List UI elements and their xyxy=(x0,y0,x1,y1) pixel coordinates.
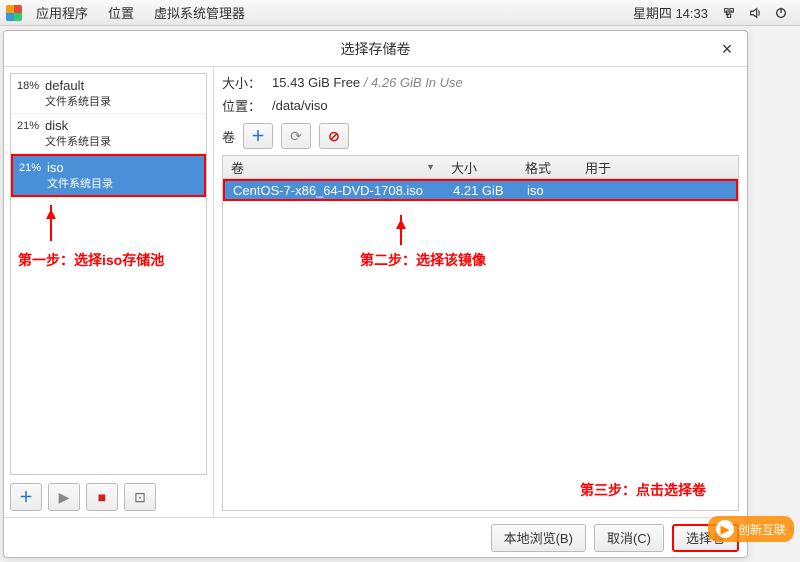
add-pool-button[interactable]: ＋ xyxy=(10,483,42,511)
location-label: 位置： xyxy=(222,96,272,115)
pool-item-iso[interactable]: 21% iso 文件系统目录 xyxy=(11,154,206,197)
col-used[interactable]: 用于 xyxy=(577,158,738,177)
browse-local-button[interactable]: 本地浏览(B) xyxy=(491,524,586,552)
watermark-icon: ▶ xyxy=(716,520,734,538)
vol-size: 4.21 GiB xyxy=(445,183,519,198)
location-value: /data/viso xyxy=(272,98,328,113)
menu-app-name[interactable]: 虚拟系统管理器 xyxy=(144,3,255,22)
menu-places[interactable]: 位置 xyxy=(98,3,144,22)
volume-label: 卷 xyxy=(222,127,235,146)
pool-pct: 21% xyxy=(19,162,41,174)
vol-format: iso xyxy=(519,183,579,198)
sort-desc-icon: ▼ xyxy=(426,162,435,172)
cancel-button[interactable]: 取消(C) xyxy=(594,524,664,552)
refresh-volume-button[interactable]: ⟳ xyxy=(281,123,311,149)
pool-sub: 文件系统目录 xyxy=(45,133,111,149)
col-volume[interactable]: 卷▼ xyxy=(223,158,443,177)
pool-name: disk xyxy=(45,118,111,133)
apps-launcher-icon[interactable] xyxy=(6,5,22,21)
pool-pct: 21% xyxy=(17,120,39,132)
volume-header: 卷▼ 大小 格式 用于 xyxy=(222,155,739,179)
storage-volume-dialog: 选择存储卷 × 18% default 文件系统目录 21% disk 文件系统… xyxy=(3,30,748,558)
dialog-title-bar: 选择存储卷 × xyxy=(4,31,747,67)
top-menu-bar: 应用程序 位置 虚拟系统管理器 星期四 14:33 xyxy=(0,0,800,26)
volume-list: CentOS-7-x86_64-DVD-1708.iso 4.21 GiB is… xyxy=(222,179,739,511)
open-pool-button[interactable]: ⊡ xyxy=(124,483,156,511)
network-icon[interactable] xyxy=(720,4,738,22)
location-row: 位置： /data/viso xyxy=(222,96,739,115)
delete-volume-button[interactable]: ⊘ xyxy=(319,123,349,149)
storage-pool-sidebar: 18% default 文件系统目录 21% disk 文件系统目录 21% xyxy=(4,67,214,517)
pool-item-default[interactable]: 18% default 文件系统目录 xyxy=(11,74,206,114)
size-row: 大小： 15.43 GiB Free / 4.26 GiB In Use xyxy=(222,73,739,92)
dialog-footer: 本地浏览(B) 取消(C) 选择卷 xyxy=(4,517,747,557)
pool-list: 18% default 文件系统目录 21% disk 文件系统目录 21% xyxy=(10,73,207,475)
dialog-title-text: 选择存储卷 xyxy=(341,39,411,59)
clock[interactable]: 星期四 14:33 xyxy=(633,3,708,22)
col-format[interactable]: 格式 xyxy=(517,158,577,177)
watermark: ▶ 创新互联 xyxy=(708,516,794,542)
pool-name: default xyxy=(45,78,111,93)
power-icon[interactable] xyxy=(772,4,790,22)
sidebar-toolbar: ＋ ▶ ■ ⊡ xyxy=(4,479,213,517)
main-pane: 大小： 15.43 GiB Free / 4.26 GiB In Use 位置：… xyxy=(214,67,747,517)
menu-applications[interactable]: 应用程序 xyxy=(26,3,98,22)
volume-icon[interactable] xyxy=(746,4,764,22)
col-size[interactable]: 大小 xyxy=(443,158,517,177)
pool-sub: 文件系统目录 xyxy=(47,175,113,191)
add-volume-button[interactable]: ＋ xyxy=(243,123,273,149)
volume-row-centos[interactable]: CentOS-7-x86_64-DVD-1708.iso 4.21 GiB is… xyxy=(223,179,738,201)
volume-toolbar: 卷 ＋ ⟳ ⊘ xyxy=(222,123,739,149)
pool-pct: 18% xyxy=(17,80,39,92)
close-icon[interactable]: × xyxy=(717,39,737,59)
size-label: 大小： xyxy=(222,73,272,92)
stop-pool-button[interactable]: ■ xyxy=(86,483,118,511)
pool-sub: 文件系统目录 xyxy=(45,93,111,109)
start-pool-button[interactable]: ▶ xyxy=(48,483,80,511)
vol-name: CentOS-7-x86_64-DVD-1708.iso xyxy=(225,183,445,198)
pool-name: iso xyxy=(47,160,113,175)
pool-item-disk[interactable]: 21% disk 文件系统目录 xyxy=(11,114,206,154)
size-value: 15.43 GiB Free / 4.26 GiB In Use xyxy=(272,75,463,90)
